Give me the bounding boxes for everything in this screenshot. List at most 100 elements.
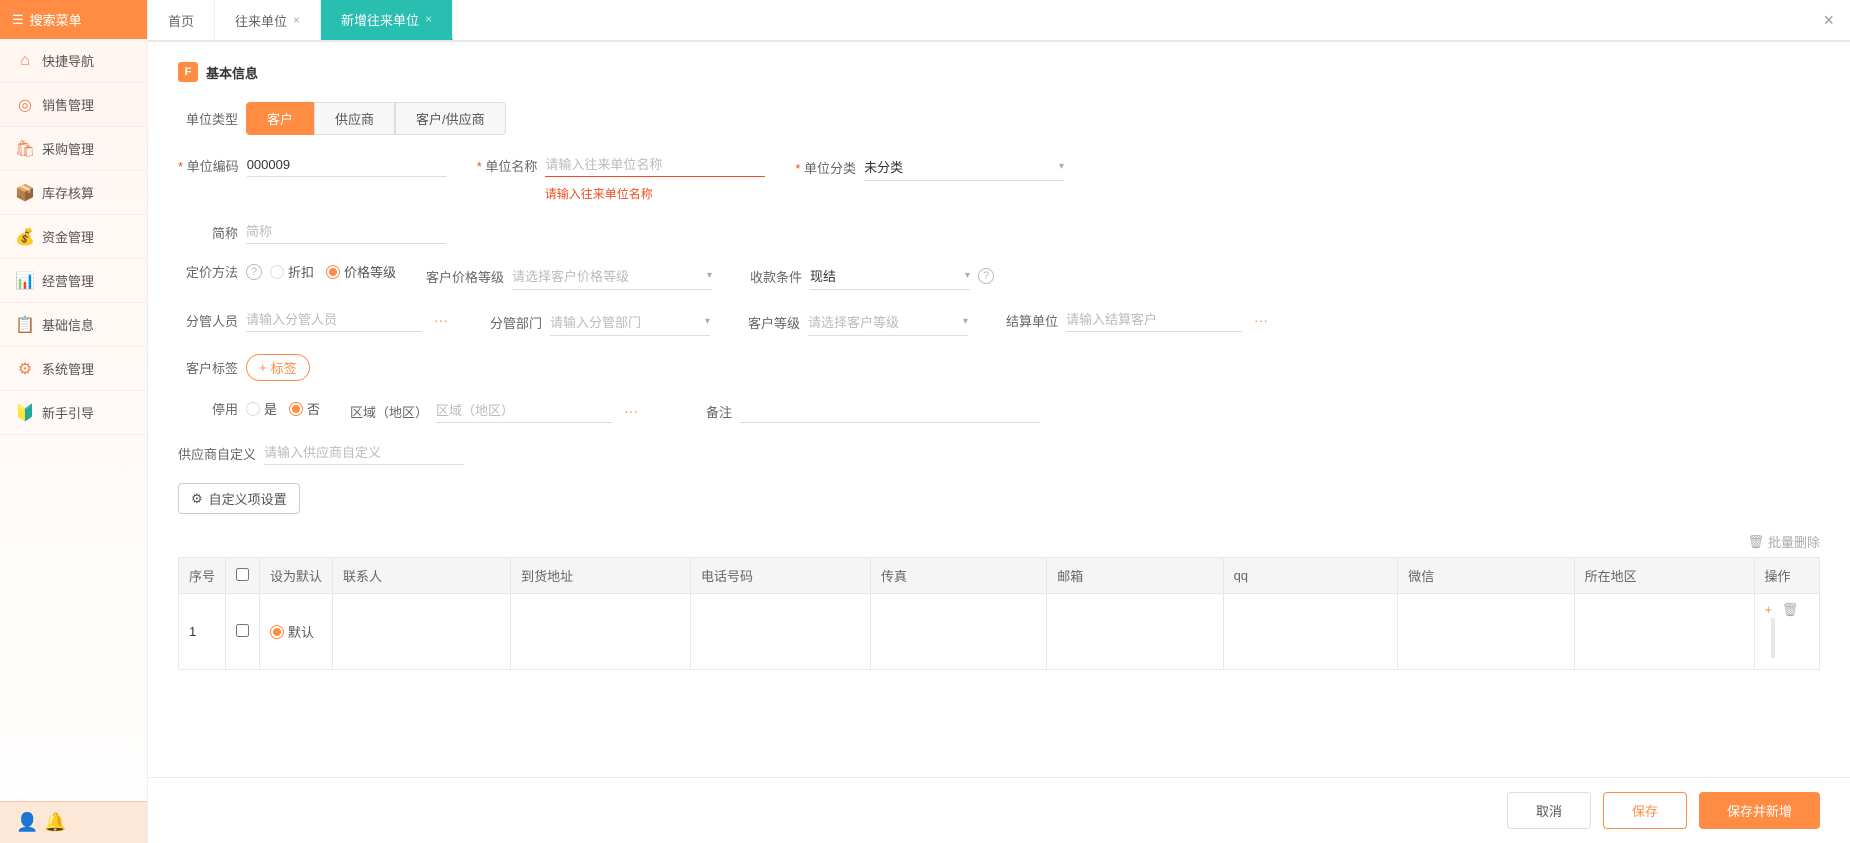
sidebar-item-purchase[interactable]: 🛍 采购管理 xyxy=(0,127,147,171)
tab-home-label: 首页 xyxy=(168,11,194,30)
gear-icon: ⚙ xyxy=(191,491,203,507)
default-radio[interactable]: 默认 xyxy=(270,622,322,641)
custom-settings-row: ⚙ 自定义项设置 xyxy=(178,483,1820,514)
contacts-table: 序号 设为默认 联系人 到货地址 电话号码 传真 邮箱 qq 微信 所在地区 操… xyxy=(178,557,1820,670)
abbr-input[interactable] xyxy=(246,220,446,244)
settlement-more-btn[interactable]: ··· xyxy=(1250,312,1272,328)
payment-terms-select[interactable]: 现结 ▾ xyxy=(810,262,970,290)
delete-row-btn[interactable]: 🗑 xyxy=(1782,602,1799,617)
wechat-input[interactable] xyxy=(1408,624,1563,639)
cell-phone[interactable] xyxy=(691,594,871,670)
section-title: 基本信息 xyxy=(206,63,258,82)
remark-input[interactable] xyxy=(740,399,1040,423)
phone-input[interactable] xyxy=(701,624,860,639)
save-new-button[interactable]: 保存并新增 xyxy=(1699,792,1820,829)
customer-price-arrow: ▾ xyxy=(707,270,712,281)
tab-partners-close[interactable]: × xyxy=(293,13,300,27)
sidebar-item-basic-info[interactable]: 📋 基础信息 xyxy=(0,303,147,347)
pricing-level-label: 价格等级 xyxy=(344,262,396,281)
guide-icon: 🔰 xyxy=(16,404,34,422)
save-button[interactable]: 保存 xyxy=(1603,792,1687,829)
row-checkbox[interactable] xyxy=(236,624,249,637)
dept-label: 分管部门 xyxy=(482,313,542,332)
settlement-input[interactable] xyxy=(1066,308,1242,332)
add-row-btn[interactable]: + xyxy=(1765,602,1773,617)
sidebar-item-quick-nav[interactable]: ⌂ 快捷导航 xyxy=(0,39,147,83)
type-btn-supplier[interactable]: 供应商 xyxy=(314,102,395,135)
dept-arrow: ▾ xyxy=(705,316,710,327)
payment-terms-help-icon[interactable]: ? xyxy=(978,268,994,284)
pricing-help-icon[interactable]: ? xyxy=(246,264,262,280)
address-input[interactable] xyxy=(521,624,680,639)
sidebar-item-finance-label: 资金管理 xyxy=(42,227,94,246)
basic-info-icon: 📋 xyxy=(16,316,34,334)
unit-type-group: 单位类型 客户 供应商 客户/供应商 xyxy=(178,102,506,135)
sidebar-bottom: 👤 🔔 xyxy=(0,801,147,843)
sidebar-item-purchase-label: 采购管理 xyxy=(42,139,94,158)
disabled-label: 停用 xyxy=(178,399,238,418)
sidebar-item-system[interactable]: ⚙ 系统管理 xyxy=(0,347,147,391)
customer-level-select[interactable]: 请选择客户等级 ▾ xyxy=(808,308,968,336)
select-all-checkbox[interactable] xyxy=(236,568,249,581)
settlement-group: 结算单位 ··· xyxy=(998,308,1272,332)
tab-partners[interactable]: 往来单位 × xyxy=(215,0,321,40)
sidebar-item-guide[interactable]: 🔰 新手引导 xyxy=(0,391,147,435)
manager-input[interactable] xyxy=(246,308,422,332)
type-btn-customer[interactable]: 客户 xyxy=(246,102,314,135)
abbr-group: 简称 xyxy=(178,220,446,244)
unit-code-input[interactable] xyxy=(247,153,447,177)
pricing-discount-radio[interactable]: 折扣 xyxy=(270,262,314,281)
cell-qq[interactable] xyxy=(1223,594,1398,670)
cell-wechat[interactable] xyxy=(1398,594,1574,670)
batch-delete-btn[interactable]: 🗑 批量删除 xyxy=(1747,532,1820,551)
cell-region[interactable] xyxy=(1574,594,1754,670)
close-all-tabs[interactable]: × xyxy=(1807,0,1850,40)
col-email: 邮箱 xyxy=(1047,558,1223,594)
footer-bar: 取消 保存 保存并新增 xyxy=(148,777,1850,843)
unit-name-input[interactable] xyxy=(545,153,765,177)
manager-more-btn[interactable]: ··· xyxy=(430,312,452,328)
pricing-level-circle xyxy=(326,265,340,279)
cancel-button[interactable]: 取消 xyxy=(1507,792,1591,829)
dept-select[interactable]: 请输入分管部门 ▾ xyxy=(550,308,710,336)
contacts-table-section: 🗑 批量删除 序号 设为默认 联系人 到货地址 电话号码 传真 邮箱 qq xyxy=(178,532,1820,670)
pricing-level-radio[interactable]: 价格等级 xyxy=(326,262,396,281)
tab-new-partner-close[interactable]: × xyxy=(425,12,432,26)
contact-input[interactable] xyxy=(343,624,500,639)
fax-input[interactable] xyxy=(881,624,1036,639)
main-area: 首页 往来单位 × 新增往来单位 × × F 基本信息 单位类型 客户 供应商 xyxy=(148,0,1850,843)
batch-delete-label: 批量删除 xyxy=(1768,532,1820,551)
cell-contact[interactable] xyxy=(333,594,511,670)
region-input[interactable] xyxy=(436,399,612,423)
sidebar-item-sales[interactable]: ◎ 销售管理 xyxy=(0,83,147,127)
unit-category-select[interactable]: 未分类 ▾ xyxy=(864,153,1064,181)
region-more-btn[interactable]: ··· xyxy=(620,403,642,419)
type-btn-both[interactable]: 客户/供应商 xyxy=(395,102,506,135)
region-table-input[interactable] xyxy=(1585,624,1744,639)
cell-email[interactable] xyxy=(1047,594,1223,670)
col-qq: qq xyxy=(1223,558,1398,594)
customer-price-placeholder: 请选择客户价格等级 xyxy=(512,266,703,285)
email-input[interactable] xyxy=(1057,624,1212,639)
customer-price-select[interactable]: 请选择客户价格等级 ▾ xyxy=(512,262,712,290)
qq-input[interactable] xyxy=(1234,624,1388,639)
search-menu-btn[interactable]: ☰ 搜索菜单 xyxy=(0,0,147,39)
custom-settings-btn[interactable]: ⚙ 自定义项设置 xyxy=(178,483,300,514)
sidebar-item-inventory[interactable]: 📦 库存核算 xyxy=(0,171,147,215)
customer-level-label: 客户等级 xyxy=(740,313,800,332)
add-tag-btn[interactable]: + 标签 xyxy=(246,354,310,381)
disabled-no-radio[interactable]: 否 xyxy=(289,399,320,418)
tab-home[interactable]: 首页 xyxy=(148,0,215,40)
tab-new-partner[interactable]: 新增往来单位 × xyxy=(321,0,453,40)
supplier-custom-input[interactable] xyxy=(264,441,464,465)
sidebar-item-operations[interactable]: 📊 经营管理 xyxy=(0,259,147,303)
unit-category-group: 单位分类 未分类 ▾ xyxy=(795,153,1064,181)
sidebar-item-inventory-label: 库存核算 xyxy=(42,183,94,202)
add-tag-icon: + xyxy=(259,360,267,375)
cell-fax[interactable] xyxy=(870,594,1046,670)
drag-handle[interactable] xyxy=(1771,618,1775,658)
cell-address[interactable] xyxy=(511,594,691,670)
disabled-yes-radio[interactable]: 是 xyxy=(246,399,277,418)
tags-row: 客户标签 + 标签 xyxy=(178,354,1820,381)
sidebar-item-finance[interactable]: 💰 资金管理 xyxy=(0,215,147,259)
